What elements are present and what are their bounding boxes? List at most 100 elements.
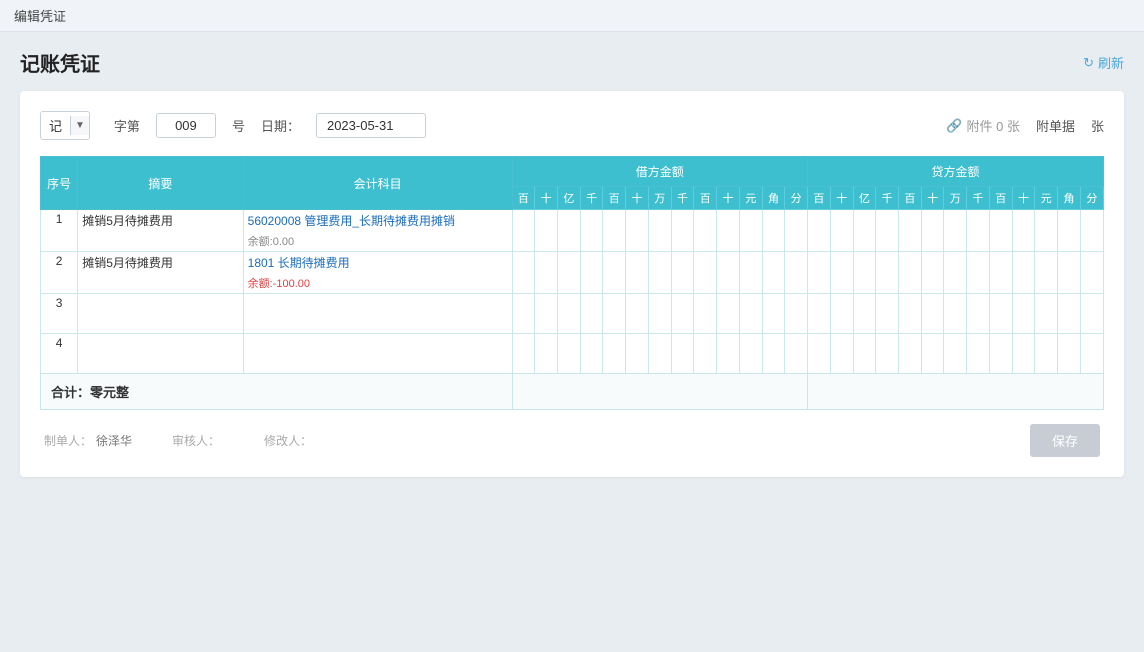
credit-digit-r2-c3[interactable] — [853, 252, 876, 294]
debit-digit-r3-c12[interactable] — [762, 294, 785, 334]
credit-digit-r4-c1[interactable] — [808, 334, 831, 374]
debit-digit-r1-c2[interactable] — [535, 210, 558, 252]
debit-digit-r3-c10[interactable] — [717, 294, 740, 334]
debit-digit-r2-c1[interactable] — [512, 252, 535, 294]
credit-digit-r3-c13[interactable] — [1080, 294, 1103, 334]
debit-digit-r4-c3[interactable] — [557, 334, 580, 374]
debit-digit-r4-c10[interactable] — [717, 334, 740, 374]
credit-digit-r2-c1[interactable] — [808, 252, 831, 294]
debit-digit-r4-c8[interactable] — [671, 334, 694, 374]
credit-digit-r2-c9[interactable] — [989, 252, 1012, 294]
debit-digit-r4-c12[interactable] — [762, 334, 785, 374]
debit-digit-r3-c2[interactable] — [535, 294, 558, 334]
debit-digit-r4-c9[interactable] — [694, 334, 717, 374]
credit-digit-r1-c8[interactable] — [967, 210, 990, 252]
save-button[interactable]: 保存 — [1030, 424, 1100, 457]
refresh-button[interactable]: ↻ 刷新 — [1083, 53, 1124, 72]
credit-digit-r2-c2[interactable] — [830, 252, 853, 294]
credit-digit-r3-c4[interactable] — [876, 294, 899, 334]
debit-digit-r1-c8[interactable] — [671, 210, 694, 252]
credit-digit-r1-c9[interactable] — [989, 210, 1012, 252]
credit-digit-r1-c1[interactable] — [808, 210, 831, 252]
debit-digit-r4-c13[interactable] — [785, 334, 808, 374]
debit-digit-r1-c11[interactable] — [739, 210, 762, 252]
credit-digit-r3-c6[interactable] — [921, 294, 944, 334]
credit-digit-r2-c10[interactable] — [1012, 252, 1035, 294]
row-summary-3[interactable] — [78, 294, 243, 334]
credit-digit-r4-c3[interactable] — [853, 334, 876, 374]
debit-digit-r2-c10[interactable] — [717, 252, 740, 294]
credit-digit-r2-c13[interactable] — [1080, 252, 1103, 294]
credit-digit-r4-c8[interactable] — [967, 334, 990, 374]
credit-digit-r4-c2[interactable] — [830, 334, 853, 374]
attachment-link[interactable]: 🔗 附件 0 张 — [946, 116, 1020, 135]
credit-digit-r4-c10[interactable] — [1012, 334, 1035, 374]
debit-digit-r3-c11[interactable] — [739, 294, 762, 334]
credit-digit-r3-c8[interactable] — [967, 294, 990, 334]
credit-digit-r3-c11[interactable] — [1035, 294, 1058, 334]
row-account-2[interactable]: 1801 长期待摊费用余额:-100.00 — [243, 252, 512, 294]
debit-digit-r3-c3[interactable] — [557, 294, 580, 334]
credit-digit-r4-c7[interactable] — [944, 334, 967, 374]
debit-digit-r1-c7[interactable] — [648, 210, 671, 252]
credit-digit-r2-c6[interactable] — [921, 252, 944, 294]
credit-digit-r1-c7[interactable] — [944, 210, 967, 252]
fudanjv-button[interactable]: 附单据 — [1036, 116, 1075, 135]
credit-digit-r4-c13[interactable] — [1080, 334, 1103, 374]
debit-digit-r3-c6[interactable] — [626, 294, 649, 334]
debit-digit-r1-c5[interactable] — [603, 210, 626, 252]
credit-digit-r4-c9[interactable] — [989, 334, 1012, 374]
row-summary-1[interactable]: 摊销5月待摊费用 — [78, 210, 243, 252]
debit-digit-r2-c8[interactable] — [671, 252, 694, 294]
debit-digit-r3-c7[interactable] — [648, 294, 671, 334]
credit-digit-r4-c5[interactable] — [898, 334, 921, 374]
credit-digit-r1-c6[interactable] — [921, 210, 944, 252]
credit-digit-r3-c10[interactable] — [1012, 294, 1035, 334]
debit-digit-r1-c6[interactable] — [626, 210, 649, 252]
debit-digit-r4-c4[interactable] — [580, 334, 603, 374]
credit-digit-r1-c4[interactable] — [876, 210, 899, 252]
credit-digit-r4-c12[interactable] — [1058, 334, 1081, 374]
debit-digit-r4-c6[interactable] — [626, 334, 649, 374]
date-input[interactable] — [316, 113, 426, 138]
debit-digit-r4-c2[interactable] — [535, 334, 558, 374]
debit-digit-r2-c9[interactable] — [694, 252, 717, 294]
row-account-4[interactable] — [243, 334, 512, 374]
debit-digit-r1-c3[interactable] — [557, 210, 580, 252]
credit-digit-r3-c7[interactable] — [944, 294, 967, 334]
debit-digit-r3-c13[interactable] — [785, 294, 808, 334]
debit-digit-r2-c4[interactable] — [580, 252, 603, 294]
credit-digit-r1-c2[interactable] — [830, 210, 853, 252]
credit-digit-r1-c13[interactable] — [1080, 210, 1103, 252]
debit-digit-r1-c12[interactable] — [762, 210, 785, 252]
credit-digit-r1-c3[interactable] — [853, 210, 876, 252]
credit-digit-r1-c5[interactable] — [898, 210, 921, 252]
credit-digit-r4-c6[interactable] — [921, 334, 944, 374]
credit-digit-r4-c4[interactable] — [876, 334, 899, 374]
debit-digit-r2-c13[interactable] — [785, 252, 808, 294]
debit-digit-r1-c9[interactable] — [694, 210, 717, 252]
debit-digit-r1-c10[interactable] — [717, 210, 740, 252]
credit-digit-r2-c11[interactable] — [1035, 252, 1058, 294]
row-summary-4[interactable] — [78, 334, 243, 374]
credit-digit-r1-c10[interactable] — [1012, 210, 1035, 252]
credit-digit-r2-c12[interactable] — [1058, 252, 1081, 294]
row-summary-2[interactable]: 摊销5月待摊费用 — [78, 252, 243, 294]
row-account-3[interactable] — [243, 294, 512, 334]
debit-digit-r1-c13[interactable] — [785, 210, 808, 252]
credit-digit-r3-c5[interactable] — [898, 294, 921, 334]
debit-digit-r3-c8[interactable] — [671, 294, 694, 334]
debit-digit-r2-c6[interactable] — [626, 252, 649, 294]
credit-digit-r1-c12[interactable] — [1058, 210, 1081, 252]
credit-digit-r3-c12[interactable] — [1058, 294, 1081, 334]
row-account-1[interactable]: 56020008 管理费用_长期待摊费用摊销余额:0.00 — [243, 210, 512, 252]
credit-digit-r3-c2[interactable] — [830, 294, 853, 334]
ji-dropdown-arrow[interactable]: ▼ — [70, 116, 89, 135]
debit-digit-r4-c7[interactable] — [648, 334, 671, 374]
credit-digit-r2-c8[interactable] — [967, 252, 990, 294]
zi-number-input[interactable] — [156, 113, 216, 138]
debit-digit-r2-c7[interactable] — [648, 252, 671, 294]
credit-digit-r3-c3[interactable] — [853, 294, 876, 334]
credit-digit-r2-c4[interactable] — [876, 252, 899, 294]
credit-digit-r2-c5[interactable] — [898, 252, 921, 294]
